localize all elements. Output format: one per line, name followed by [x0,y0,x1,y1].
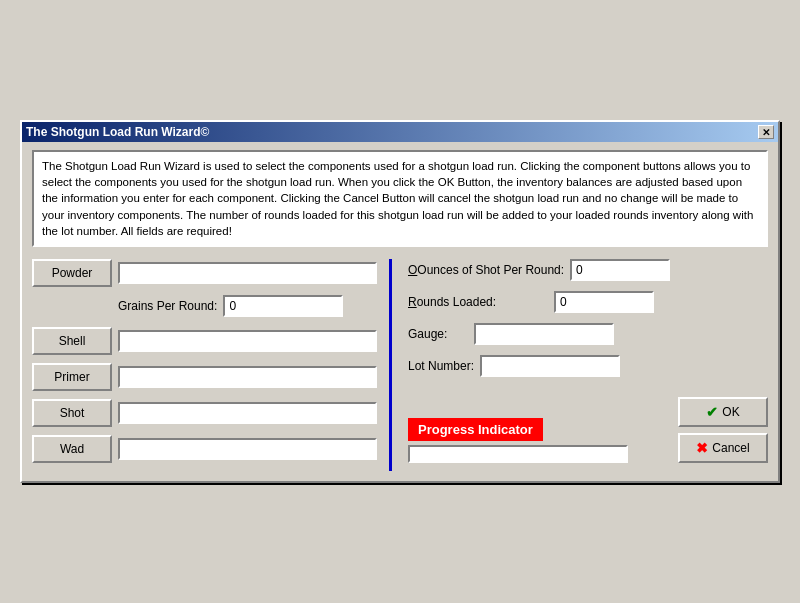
title-bar: The Shotgun Load Run Wizard© ✕ [22,122,778,142]
ounces-input[interactable] [570,259,670,281]
right-panel: OOunces of Shot Per Round: Rounds Loaded… [392,259,768,471]
ok-checkmark-icon: ✔ [706,404,718,420]
window-title: The Shotgun Load Run Wizard© [26,125,209,139]
progress-bar [408,445,628,463]
shot-input[interactable] [118,402,377,424]
ounces-label: OOunces of Shot Per Round: [408,263,564,277]
shot-button[interactable]: Shot [32,399,112,427]
ok-label: OK [722,405,739,419]
action-buttons: ✔ OK ✖ Cancel [678,397,768,463]
powder-button[interactable]: Powder [32,259,112,287]
window-content: The Shotgun Load Run Wizard is used to s… [22,142,778,480]
shell-row: Shell [32,327,377,355]
progress-indicator-label: Progress Indicator [408,418,543,441]
lot-row: Lot Number: [408,355,768,377]
progress-section: Progress Indicator [408,418,628,463]
grains-row: Grains Per Round: [32,295,377,317]
powder-row: Powder [32,259,377,287]
grains-input[interactable] [223,295,343,317]
description-box: The Shotgun Load Run Wizard is used to s… [32,150,768,246]
wad-button[interactable]: Wad [32,435,112,463]
left-panel: Powder Grains Per Round: Shell Primer Sh… [32,259,392,471]
description-text: The Shotgun Load Run Wizard is used to s… [42,160,753,236]
main-window: The Shotgun Load Run Wizard© ✕ The Shotg… [20,120,780,482]
ok-button[interactable]: ✔ OK [678,397,768,427]
lot-label: Lot Number: [408,359,474,373]
title-bar-buttons: ✕ [758,125,774,139]
primer-button[interactable]: Primer [32,363,112,391]
grains-label: Grains Per Round: [118,299,217,313]
shell-button[interactable]: Shell [32,327,112,355]
rounds-input[interactable] [554,291,654,313]
wad-input[interactable] [118,438,377,460]
cancel-button[interactable]: ✖ Cancel [678,433,768,463]
ounces-row: OOunces of Shot Per Round: [408,259,768,281]
rounds-row: Rounds Loaded: [408,291,768,313]
shot-row: Shot [32,399,377,427]
primer-row: Primer [32,363,377,391]
rounds-label: Rounds Loaded: [408,295,548,309]
right-bottom: Progress Indicator ✔ OK ✖ Cancel [408,387,768,463]
powder-input[interactable] [118,262,377,284]
wad-row: Wad [32,435,377,463]
primer-input[interactable] [118,366,377,388]
gauge-input[interactable] [474,323,614,345]
gauge-label: Gauge: [408,327,468,341]
cancel-label: Cancel [712,441,749,455]
shell-input[interactable] [118,330,377,352]
gauge-row: Gauge: [408,323,768,345]
main-area: Powder Grains Per Round: Shell Primer Sh… [32,259,768,471]
close-button[interactable]: ✕ [758,125,774,139]
cancel-x-icon: ✖ [696,440,708,456]
lot-input[interactable] [480,355,620,377]
